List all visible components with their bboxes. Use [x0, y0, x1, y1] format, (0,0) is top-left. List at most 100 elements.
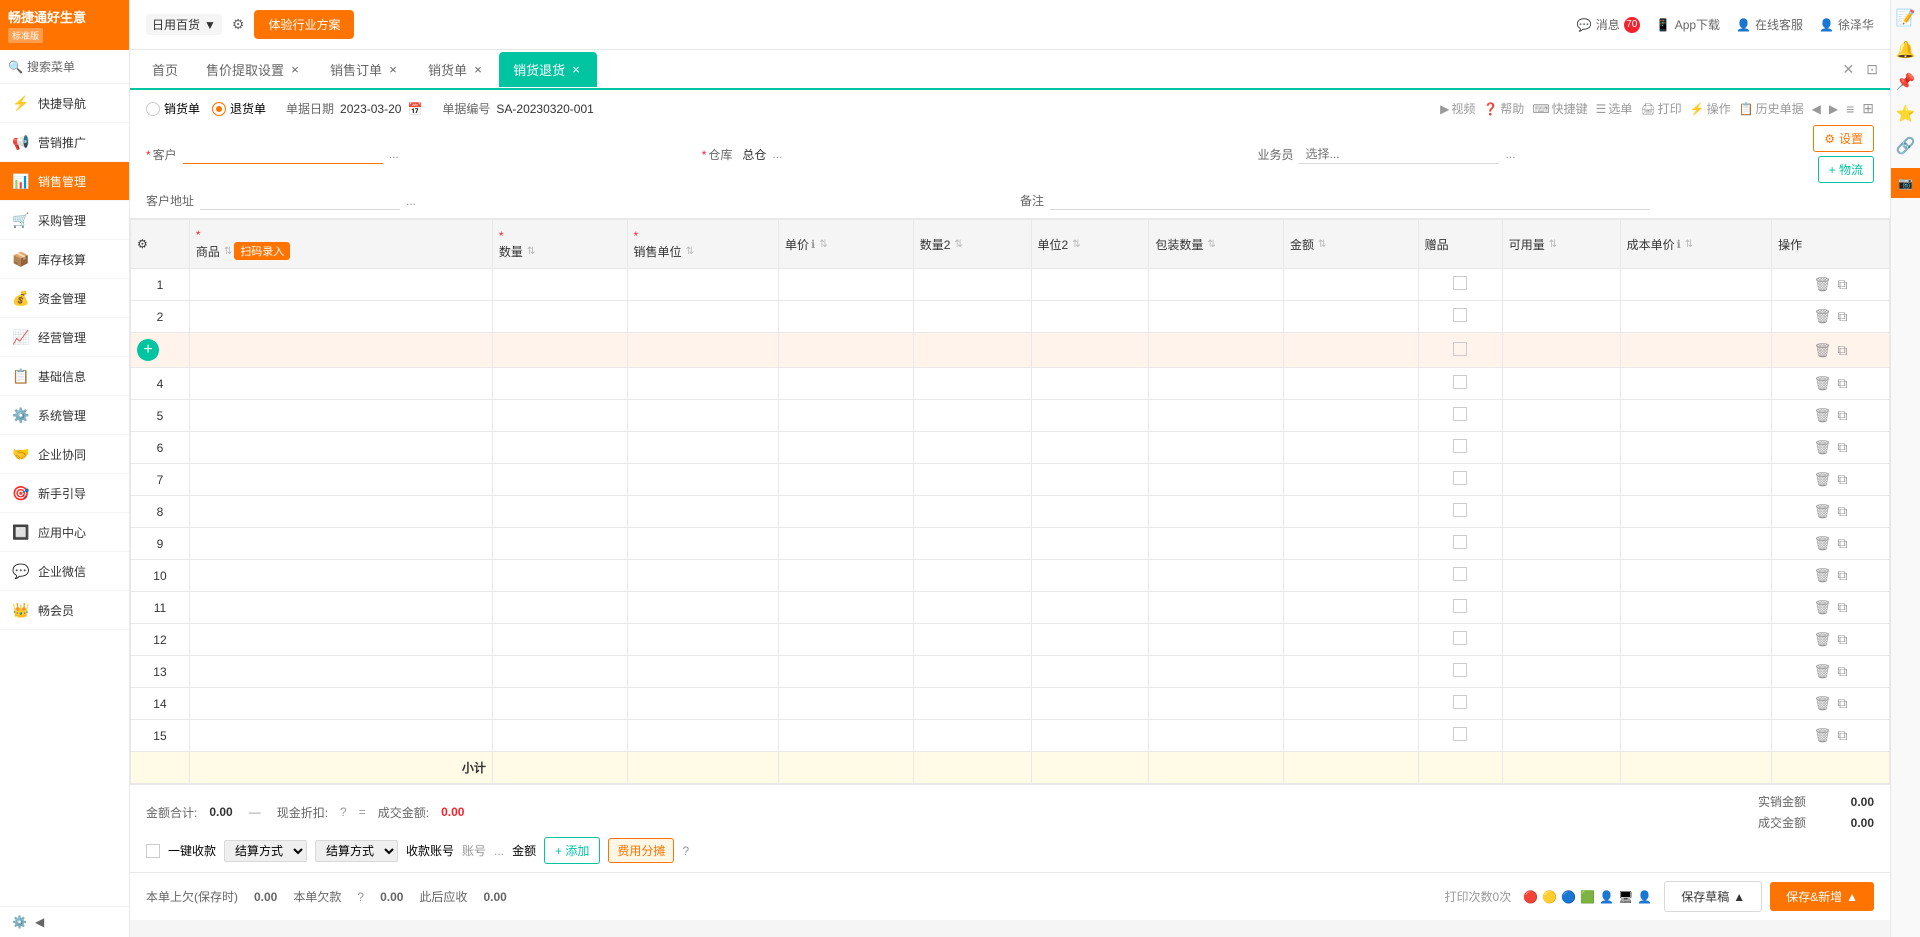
- sale-unit-cell[interactable]: [627, 301, 778, 333]
- nav-next-icon[interactable]: ▶: [1829, 102, 1838, 116]
- delete-row-icon[interactable]: 🗑: [1814, 308, 1832, 325]
- amount-cell[interactable]: [1283, 269, 1418, 301]
- current-debt-icon[interactable]: ?: [357, 890, 364, 904]
- product-cell-active[interactable]: [189, 333, 492, 368]
- copy-row-icon[interactable]: ⧉: [1837, 342, 1847, 359]
- delete-row-icon[interactable]: 🗑: [1814, 439, 1832, 456]
- sidebar-item-basic[interactable]: 📋 基础信息: [0, 357, 129, 396]
- radio-return[interactable]: 退货单: [212, 100, 266, 117]
- sidebar-item-system[interactable]: ⚙️ 系统管理: [0, 396, 129, 435]
- col-package-qty-sort-icon[interactable]: ⇅: [1207, 239, 1215, 250]
- settings-gear-icon[interactable]: ⚙: [232, 16, 245, 33]
- gift-cell[interactable]: [1418, 269, 1502, 301]
- delete-row-icon[interactable]: 🗑: [1814, 599, 1832, 616]
- help-btn[interactable]: ❓ 帮助: [1483, 100, 1524, 117]
- salesperson-dots[interactable]: ...: [1505, 147, 1515, 161]
- calendar-icon[interactable]: 📅: [407, 102, 422, 116]
- gift-cell[interactable]: [1418, 301, 1502, 333]
- radio-delivery[interactable]: 销货单: [146, 100, 200, 117]
- delete-row-icon[interactable]: 🗑: [1814, 535, 1832, 552]
- logistics-btn[interactable]: + 物流: [1818, 156, 1874, 183]
- sale-unit-cell-active[interactable]: [627, 333, 778, 368]
- amount-cell-active[interactable]: [1283, 333, 1418, 368]
- sidebar-item-purchase[interactable]: 🛒 采购管理: [0, 201, 129, 240]
- sidebar-bottom[interactable]: ⚙️ ◀: [0, 906, 129, 937]
- copy-row-icon[interactable]: ⧉: [1837, 276, 1847, 293]
- history-btn[interactable]: 📋 历史单据: [1739, 100, 1804, 117]
- unit-price-cell-active[interactable]: [779, 333, 914, 368]
- copy-row-icon[interactable]: ⧉: [1837, 599, 1847, 616]
- delete-row-icon[interactable]: 🗑: [1814, 663, 1832, 680]
- one-click-payment-checkbox[interactable]: [146, 844, 160, 858]
- quantity-cell-active[interactable]: [492, 333, 627, 368]
- right-panel-active-btn[interactable]: 📷: [1891, 168, 1920, 198]
- col-product-sort-icon[interactable]: ⇅: [224, 246, 232, 257]
- right-panel-icon-1[interactable]: 📝: [1896, 8, 1916, 28]
- sidebar-item-newbie[interactable]: 🎯 新手引导: [0, 474, 129, 513]
- copy-row-icon[interactable]: ⧉: [1837, 407, 1847, 424]
- settings-btn[interactable]: ⚙ 设置: [1813, 125, 1874, 152]
- warehouse-dots[interactable]: ...: [772, 147, 782, 161]
- tab-sale-delivery[interactable]: 销货单 ×: [414, 52, 499, 87]
- note-input[interactable]: [1050, 191, 1650, 210]
- delete-row-icon[interactable]: 🗑: [1814, 407, 1832, 424]
- qty2-cell[interactable]: [913, 301, 1031, 333]
- tab-sale-price-close[interactable]: ×: [288, 62, 302, 76]
- col-sale-unit-sort-icon[interactable]: ⇅: [686, 246, 694, 257]
- sidebar-search[interactable]: 🔍 搜索菜单: [0, 50, 129, 84]
- available-cell[interactable]: [1502, 301, 1620, 333]
- cost-unit-price-cell[interactable]: [1620, 269, 1771, 301]
- qty2-cell-active[interactable]: [913, 333, 1031, 368]
- cost-unit-price-cell[interactable]: [1620, 301, 1771, 333]
- add-row-btn[interactable]: +: [137, 339, 159, 361]
- tab-sale-order-close[interactable]: ×: [386, 62, 400, 76]
- fee-split-btn[interactable]: 费用分摊: [608, 838, 674, 863]
- copy-row-icon[interactable]: ⧉: [1837, 567, 1847, 584]
- unit-price-info-icon[interactable]: ℹ: [811, 238, 815, 251]
- package-qty-cell-active[interactable]: [1149, 333, 1284, 368]
- unit-price-cell[interactable]: [779, 269, 914, 301]
- app-download-btn[interactable]: 📱 App下载: [1656, 16, 1720, 33]
- delete-row-icon[interactable]: 🗑: [1814, 695, 1832, 712]
- copy-row-icon[interactable]: ⧉: [1837, 727, 1847, 744]
- delete-row-icon[interactable]: 🗑: [1814, 375, 1832, 392]
- fee-help-icon[interactable]: ?: [682, 844, 689, 858]
- unit2-cell[interactable]: [1031, 269, 1149, 301]
- operate-btn[interactable]: ⚡ 操作: [1690, 100, 1731, 117]
- sidebar-item-finance[interactable]: 💰 资金管理: [0, 279, 129, 318]
- tab-sale-order[interactable]: 销售订单 ×: [316, 52, 414, 87]
- user-btn[interactable]: 👤 徐泽华: [1819, 16, 1874, 33]
- sidebar-item-wechat[interactable]: 💬 企业微信: [0, 552, 129, 591]
- account-dots[interactable]: ...: [494, 844, 504, 858]
- sidebar-item-sales[interactable]: 📊 销售管理: [0, 162, 129, 201]
- col-amount-sort-icon[interactable]: ⇅: [1318, 239, 1326, 250]
- amount-cell[interactable]: [1283, 301, 1418, 333]
- quantity-cell[interactable]: [492, 269, 627, 301]
- tab-home[interactable]: 首页: [138, 52, 192, 87]
- tab-sale-price[interactable]: 售价提取设置 ×: [192, 52, 316, 87]
- list-view-icon[interactable]: ≡: [1846, 101, 1854, 117]
- col-unit2-sort-icon[interactable]: ⇅: [1072, 239, 1080, 250]
- package-qty-cell[interactable]: [1149, 269, 1284, 301]
- col-unit-price-sort-icon[interactable]: ⇅: [819, 239, 827, 250]
- cost-unit-price-info-icon[interactable]: ℹ: [1677, 238, 1681, 251]
- copy-row-icon[interactable]: ⧉: [1837, 631, 1847, 648]
- delete-row-icon[interactable]: 🗑: [1814, 471, 1832, 488]
- experience-btn[interactable]: 体验行业方案: [254, 10, 354, 39]
- package-qty-cell[interactable]: [1149, 301, 1284, 333]
- right-panel-icon-3[interactable]: 📌: [1896, 72, 1916, 92]
- available-cell[interactable]: [1502, 269, 1620, 301]
- cost-unit-price-cell-active[interactable]: [1620, 333, 1771, 368]
- close-window-icon[interactable]: ✕: [1839, 61, 1859, 78]
- tab-sale-delivery-close[interactable]: ×: [471, 62, 485, 76]
- copy-row-icon[interactable]: ⧉: [1837, 471, 1847, 488]
- copy-row-icon[interactable]: ⧉: [1837, 503, 1847, 520]
- col-cost-unit-price-sort-icon[interactable]: ⇅: [1685, 239, 1693, 250]
- sale-unit-cell[interactable]: [627, 269, 778, 301]
- col-available-sort-icon[interactable]: ⇅: [1549, 239, 1557, 250]
- maximize-window-icon[interactable]: ⊡: [1862, 61, 1882, 78]
- delete-row-icon[interactable]: 🗑: [1814, 342, 1832, 359]
- gift-cell-active[interactable]: [1418, 333, 1502, 368]
- add-payment-btn[interactable]: + 添加: [544, 837, 600, 864]
- right-panel-icon-4[interactable]: ⭐: [1896, 104, 1916, 124]
